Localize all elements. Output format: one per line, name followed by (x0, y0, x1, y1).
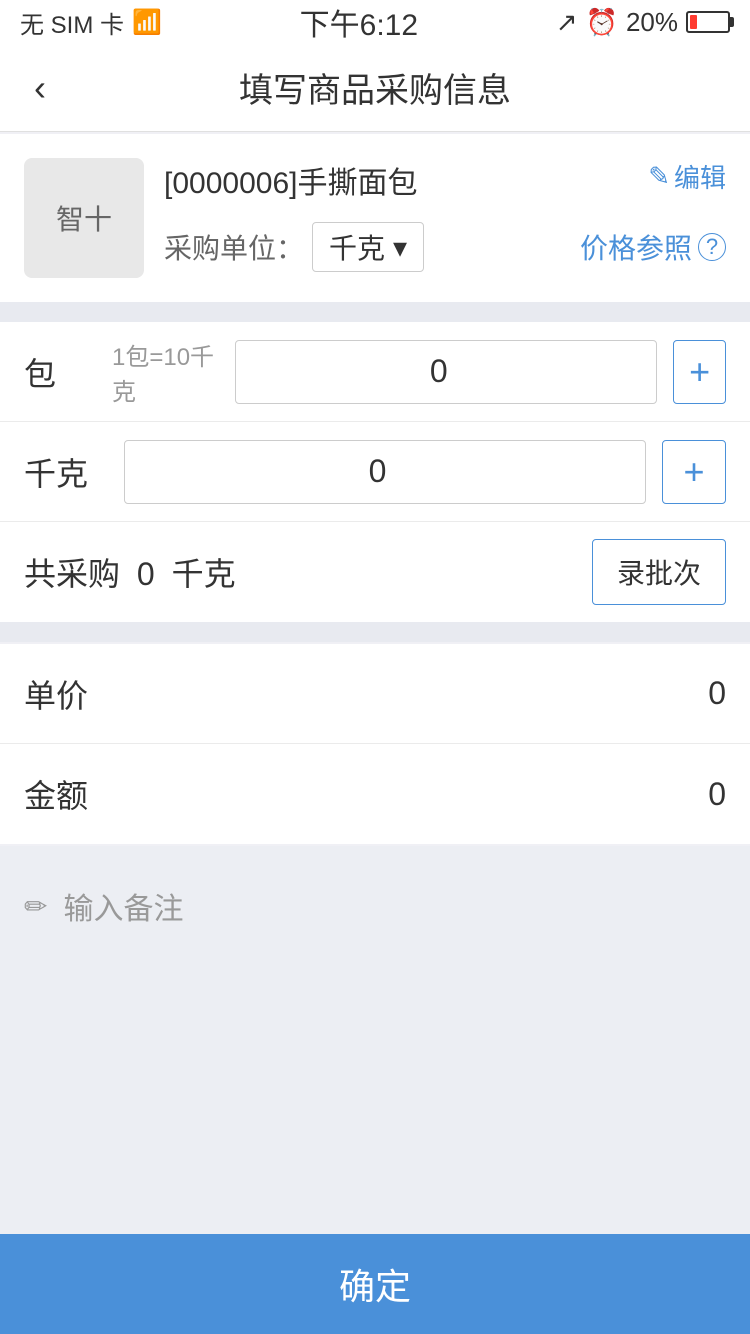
amount-row: 金额 0 (0, 744, 750, 844)
input-section: 包 1包=10千克 + 千克 + (0, 322, 750, 522)
unit-select[interactable]: 千克 ▾ (312, 222, 424, 272)
empty-space (0, 966, 750, 1266)
remark-placeholder: 输入备注 (63, 884, 183, 928)
location-icon: ↗ (556, 7, 578, 38)
battery-icon (686, 11, 730, 33)
product-card: 智十 [0000006]手撕面包 ✎ 编辑 采购单位： 千克 ▾ 价格参照 ? (0, 134, 750, 302)
status-right: ↗ ⏰ 20% (556, 7, 730, 38)
status-left: 无 SIM 卡 📶 (20, 5, 162, 40)
remark-section[interactable]: ✏ 输入备注 (0, 846, 750, 966)
nav-bar: ‹ 填写商品采购信息 (0, 44, 750, 132)
kg-input-row: 千克 + (0, 422, 750, 522)
divider-2 (0, 622, 750, 642)
unit-price-row: 单价 0 (0, 644, 750, 744)
alarm-icon: ⏰ (586, 7, 618, 38)
kg-plus-button[interactable]: + (662, 440, 726, 504)
info-section: 单价 0 金额 0 (0, 644, 750, 844)
bao-sublabel: 1包=10千克 (112, 337, 215, 407)
dropdown-icon: ▾ (393, 231, 407, 264)
back-button[interactable]: ‹ (24, 57, 56, 119)
summary-text: 共采购 0 千克 (24, 549, 236, 595)
battery-percent: 20% (626, 7, 678, 38)
unit-price-label: 单价 (24, 671, 88, 717)
batch-button[interactable]: 录批次 (592, 539, 726, 605)
status-bar: 无 SIM 卡 📶 下午6:12 ↗ ⏰ 20% (0, 0, 750, 44)
price-reference-button[interactable]: 价格参照 ? (580, 227, 726, 267)
bao-input[interactable] (235, 340, 657, 404)
product-image: 智十 (24, 158, 144, 278)
edit-button[interactable]: ✎ 编辑 (648, 158, 726, 195)
amount-value: 0 (708, 776, 726, 813)
bao-input-row: 包 1包=10千克 + (0, 322, 750, 422)
kg-label: 千克 (24, 449, 104, 495)
edit-icon: ✎ (648, 161, 670, 192)
bao-plus-button[interactable]: + (673, 340, 726, 404)
summary-quantity: 0 (137, 556, 155, 592)
page-title: 填写商品采购信息 (239, 63, 511, 112)
product-header: [0000006]手撕面包 ✎ 编辑 (164, 158, 726, 202)
sim-text: 无 SIM 卡 (20, 5, 124, 40)
status-time: 下午6:12 (300, 0, 418, 44)
product-name: [0000006]手撕面包 (164, 158, 648, 202)
kg-input[interactable] (124, 440, 646, 504)
divider-1 (0, 302, 750, 322)
summary-row: 共采购 0 千克 录批次 (0, 522, 750, 622)
unit-price-value: 0 (708, 675, 726, 712)
wifi-icon: 📶 (132, 8, 162, 37)
price-ref-help-icon: ? (698, 233, 726, 261)
bao-label: 包 (24, 349, 104, 395)
unit-label: 采购单位： (164, 227, 304, 267)
product-info: [0000006]手撕面包 ✎ 编辑 采购单位： 千克 ▾ 价格参照 ? (164, 158, 726, 272)
product-unit-row: 采购单位： 千克 ▾ 价格参照 ? (164, 222, 726, 272)
amount-label: 金额 (24, 771, 88, 817)
pencil-icon: ✏ (24, 890, 47, 923)
confirm-button[interactable]: 确定 (0, 1234, 750, 1334)
